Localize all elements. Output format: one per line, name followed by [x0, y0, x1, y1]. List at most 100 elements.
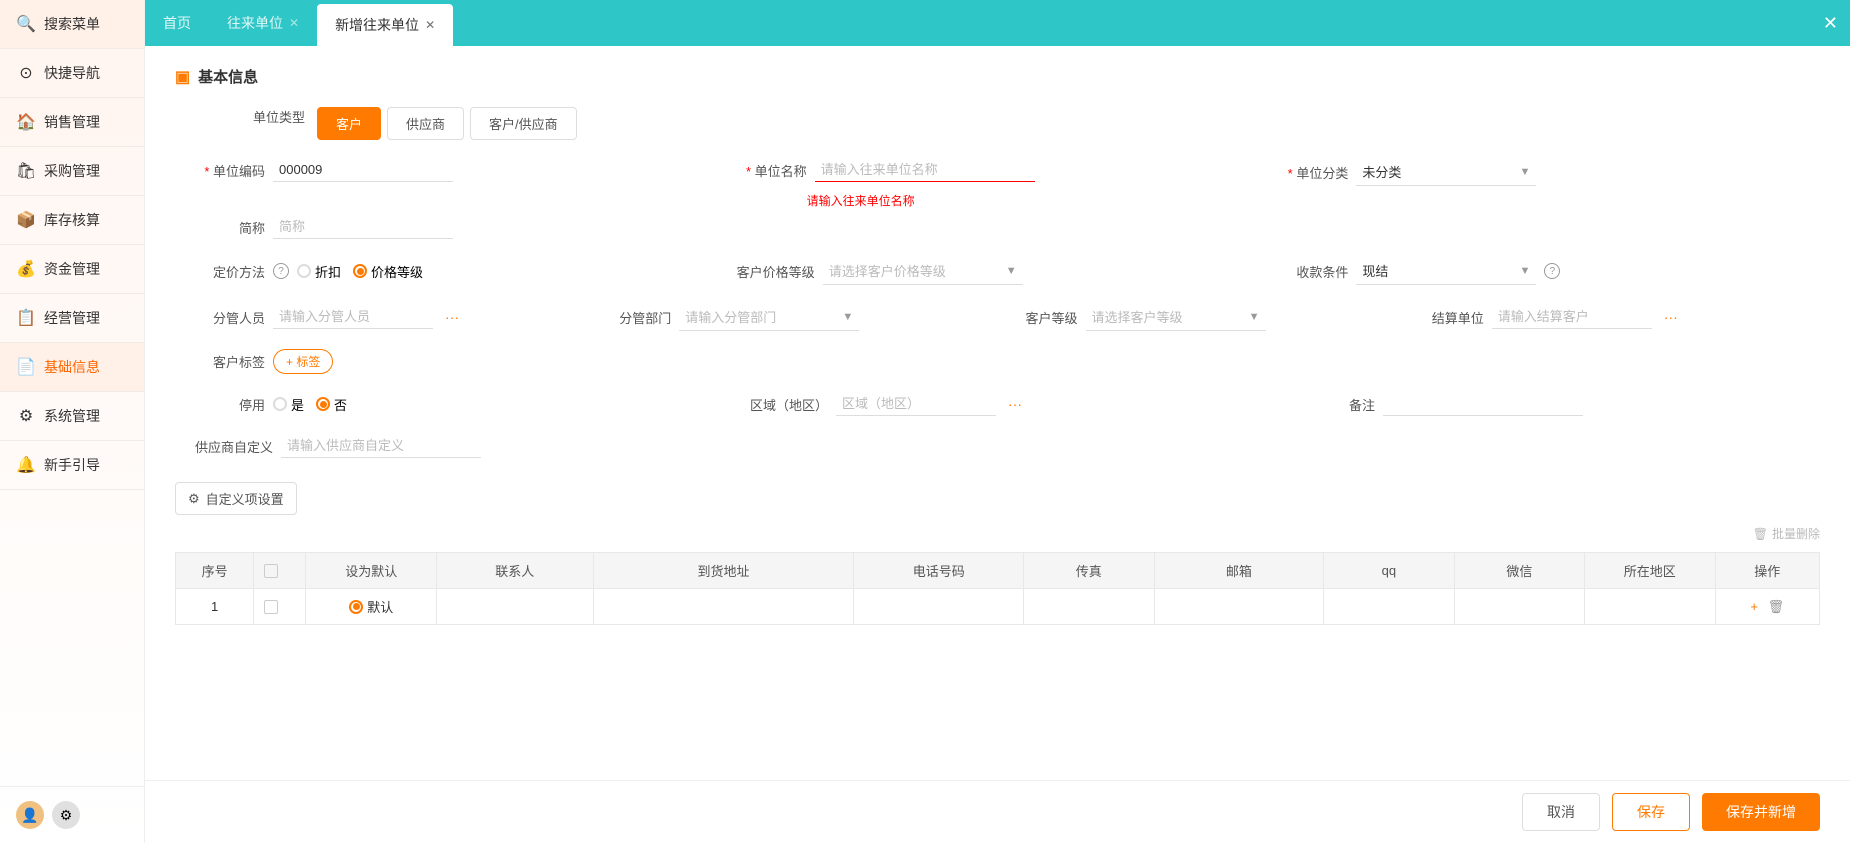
radio-discount[interactable]: 折扣 [297, 262, 341, 281]
row-stop-region: 停用 是 否 区域（地区） ··· 备注 [195, 392, 1820, 416]
region-input[interactable] [836, 392, 996, 416]
batch-delete-area[interactable]: 🗑 批量删除 [175, 525, 1820, 542]
payment-terms-field: 收款条件 现结 ▼ ? [1278, 257, 1820, 285]
department-arrow-icon: ▼ [842, 311, 853, 323]
payment-terms-help-icon[interactable]: ? [1544, 263, 1560, 279]
cell-email[interactable] [1154, 589, 1324, 625]
select-all-checkbox[interactable] [264, 564, 278, 578]
sidebar-item-inventory[interactable]: 📦 库存核算 [0, 196, 144, 245]
manager-more-icon[interactable]: ··· [441, 309, 463, 325]
remark-label: 备注 [1305, 395, 1375, 414]
customer-price-level-label: 客户价格等级 [737, 262, 815, 281]
unit-btn-supplier[interactable]: 供应商 [387, 107, 464, 140]
sidebar-item-sales[interactable]: 🏠 销售管理 [0, 98, 144, 147]
default-label: 默认 [367, 597, 393, 616]
unit-type-label: 单位类型 [235, 107, 305, 126]
cell-contact[interactable] [436, 589, 593, 625]
fax-input[interactable] [1034, 599, 1143, 614]
short-name-field: 简称 [195, 215, 1820, 239]
cancel-button[interactable]: 取消 [1522, 793, 1600, 831]
settlement-input[interactable] [1492, 305, 1652, 329]
tag-label: 客户标签 [195, 352, 265, 371]
customer-level-select[interactable]: 请选择客户等级 ▼ [1086, 303, 1266, 331]
custom-settings-button[interactable]: ⚙ 自定义项设置 [175, 482, 297, 515]
region-label: 区域（地区） [750, 395, 828, 414]
add-tag-button[interactable]: + 标签 [273, 349, 333, 374]
inventory-icon: 📦 [16, 210, 36, 230]
stop-no-label: 否 [334, 395, 347, 414]
contact-input[interactable] [447, 599, 583, 614]
pricing-radio-group: 折扣 价格等级 [297, 262, 423, 281]
stop-yes-circle [273, 397, 287, 411]
row-tags: 客户标签 + 标签 [195, 349, 1820, 374]
sidebar-label-purchase: 采购管理 [44, 161, 100, 181]
qq-input[interactable] [1334, 599, 1443, 614]
save-new-button[interactable]: 保存并新增 [1702, 793, 1820, 831]
cell-fax[interactable] [1024, 589, 1154, 625]
global-close-button[interactable]: ✕ [1823, 13, 1838, 34]
pricing-help-icon[interactable]: ? [273, 263, 289, 279]
cell-address[interactable] [593, 589, 854, 625]
short-name-input[interactable] [273, 215, 453, 239]
sidebar-item-basic[interactable]: 📄 基础信息 [0, 343, 144, 392]
settlement-more-icon[interactable]: ··· [1660, 309, 1682, 325]
guide-icon: 🔔 [16, 455, 36, 475]
radio-stop-yes[interactable]: 是 [273, 395, 304, 414]
sidebar-item-finance[interactable]: 💰 资金管理 [0, 245, 144, 294]
tab-home[interactable]: 首页 [145, 0, 209, 46]
save-button[interactable]: 保存 [1612, 793, 1690, 831]
cell-phone[interactable] [854, 589, 1024, 625]
unit-category-field: 单位分类 未分类 ▼ [1278, 158, 1820, 186]
radio-discount-circle [297, 264, 311, 278]
col-region: 所在地区 [1585, 553, 1715, 589]
remark-input[interactable] [1383, 392, 1583, 416]
address-input[interactable] [604, 599, 844, 614]
customer-price-level-field: 客户价格等级 请选择客户价格等级 ▼ [737, 257, 1279, 285]
unit-code-input[interactable] [273, 158, 453, 182]
unit-btn-customer[interactable]: 客户 [317, 107, 381, 140]
unit-btn-both[interactable]: 客户/供应商 [470, 107, 577, 140]
sidebar-item-purchase[interactable]: 🛍 采购管理 [0, 147, 144, 196]
customer-price-level-select[interactable]: 请选择客户价格等级 ▼ [823, 257, 1023, 285]
tab-new-partner-close[interactable]: ✕ [425, 18, 435, 32]
sidebar-item-guide[interactable]: 🔔 新手引导 [0, 441, 144, 490]
purchase-icon: 🛍 [16, 161, 36, 181]
tab-new-partner[interactable]: 新增往来单位 ✕ [317, 4, 453, 46]
remark-field: 备注 [1305, 392, 1820, 416]
tab-partners[interactable]: 往来单位 ✕ [209, 0, 317, 46]
department-select[interactable]: 请输入分管部门 ▼ [679, 303, 859, 331]
tab-partners-close[interactable]: ✕ [289, 16, 299, 30]
radio-stop-no[interactable]: 否 [316, 395, 347, 414]
region-table-input[interactable] [1595, 599, 1704, 614]
stop-label: 停用 [195, 395, 265, 414]
email-input[interactable] [1165, 599, 1314, 614]
unit-category-select[interactable]: 未分类 ▼ [1356, 158, 1536, 186]
phone-input[interactable] [864, 599, 1013, 614]
cell-wechat[interactable] [1454, 589, 1584, 625]
add-row-icon[interactable]: + [1750, 599, 1758, 614]
radio-price-level-label: 价格等级 [371, 262, 423, 281]
payment-terms-value: 现结 [1362, 261, 1515, 280]
sidebar-item-system[interactable]: ⚙ 系统管理 [0, 392, 144, 441]
sidebar-label-operations: 经营管理 [44, 308, 100, 328]
manager-input[interactable] [273, 305, 433, 329]
row-default-radio[interactable]: 默认 [316, 597, 425, 616]
sidebar-item-operations[interactable]: 📋 经营管理 [0, 294, 144, 343]
supplier-custom-input[interactable] [281, 434, 481, 458]
sidebar-item-quicknav[interactable]: ⊙ 快捷导航 [0, 49, 144, 98]
wechat-input[interactable] [1465, 599, 1574, 614]
custom-settings-row: ⚙ 自定义项设置 [175, 482, 1820, 515]
stop-no-circle [316, 397, 330, 411]
delete-row-icon[interactable]: 🗑 [1768, 599, 1785, 614]
cell-region[interactable] [1585, 589, 1715, 625]
system-icon: ⚙ [16, 406, 36, 426]
customer-price-level-placeholder: 请选择客户价格等级 [829, 261, 946, 280]
content-area: ▣ 基本信息 单位类型 客户 供应商 客户/供应商 单位编码 单位名称 [145, 46, 1850, 780]
unit-name-input[interactable] [815, 158, 1035, 182]
cell-qq[interactable] [1324, 589, 1454, 625]
sidebar-item-search[interactable]: 🔍 搜索菜单 [0, 0, 144, 49]
payment-terms-select[interactable]: 现结 ▼ [1356, 257, 1536, 285]
row-checkbox[interactable] [264, 600, 278, 614]
region-more-icon[interactable]: ··· [1004, 396, 1026, 412]
radio-price-level[interactable]: 价格等级 [353, 262, 423, 281]
